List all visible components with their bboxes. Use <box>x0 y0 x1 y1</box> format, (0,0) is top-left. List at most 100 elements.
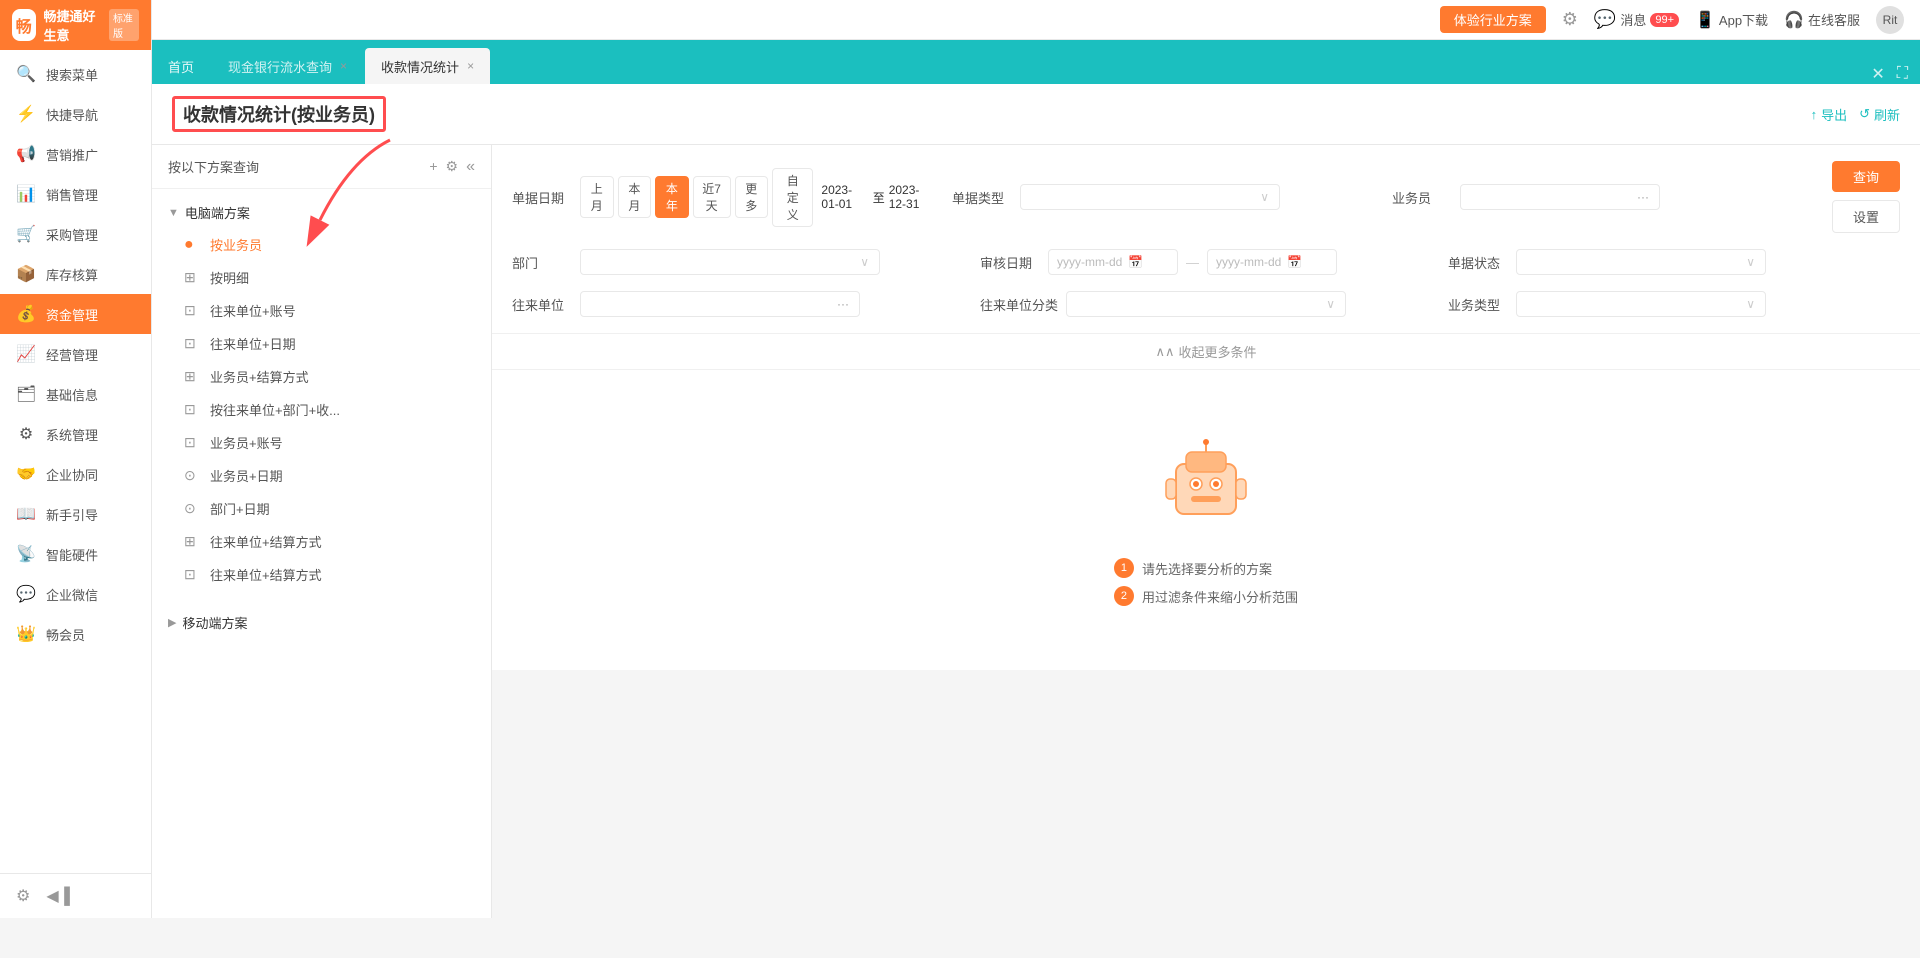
settings-button[interactable]: 设置 <box>1832 200 1900 233</box>
scheme-header-icons: + ⚙ « <box>429 158 475 176</box>
tab-receipt-close[interactable]: × <box>467 59 474 73</box>
user-avatar[interactable]: Rit <box>1876 6 1904 34</box>
collapse-button[interactable]: ∧∧ 收起更多条件 <box>1155 342 1256 361</box>
empty-step-1: 1 请先选择要分析的方案 <box>1114 558 1298 578</box>
tab-bank-close[interactable]: × <box>340 59 347 73</box>
doc-type-select[interactable]: ∨ <box>1020 184 1280 210</box>
sidebar-item-sales[interactable]: 📊 销售管理 <box>0 174 151 214</box>
scheme-item-unit-dept-recv-icon: ⊡ <box>184 401 202 418</box>
scheme-item-salesperson-settlement[interactable]: ⊞ 业务员+结算方式 <box>152 360 491 393</box>
date-to: 2023-12-31 <box>889 183 936 211</box>
doc-type-arrow: ∨ <box>1260 190 1269 204</box>
shortcut-this-month[interactable]: 本月 <box>618 176 652 218</box>
tab-close-all-icon[interactable]: ✕ <box>1871 64 1884 84</box>
scheme-item-unit-settlement2[interactable]: ⊡ 往来单位+结算方式 <box>152 558 491 591</box>
export-button[interactable]: ↑ 导出 <box>1811 105 1848 124</box>
sidebar-item-system[interactable]: ⚙ 系统管理 <box>0 414 151 454</box>
counterpart-category-select[interactable]: ∨ <box>1066 291 1346 317</box>
dept-select[interactable]: ∨ <box>580 249 880 275</box>
basic-icon: 🗂 <box>16 384 36 404</box>
member-icon: 👑 <box>16 624 36 644</box>
tab-receipt[interactable]: 收款情况统计 × <box>365 48 490 84</box>
doc-type-label: 单据类型 <box>952 188 1012 207</box>
shortcut-more[interactable]: 更多 <box>735 176 769 218</box>
review-date-from[interactable]: yyyy-mm-dd 📅 <box>1048 249 1178 275</box>
sidebar-item-iot[interactable]: 📡 智能硬件 <box>0 534 151 574</box>
tab-home[interactable]: 首页 <box>152 48 210 84</box>
refresh-button[interactable]: ↺ 刷新 <box>1859 105 1900 124</box>
salesperson-select[interactable]: ··· <box>1460 184 1660 210</box>
sales-icon: 📊 <box>16 184 36 204</box>
message-icon[interactable]: 💬 消息 99+ <box>1594 9 1679 30</box>
scheme-item-salesperson-date[interactable]: ⊙ 业务员+日期 <box>152 459 491 492</box>
query-row-1: 单据日期 上月 本月 本年 近7天 更多 自定义 2023-01-01 <box>512 161 1900 233</box>
scheme-item-detail-icon: ⊞ <box>184 269 202 286</box>
online-service[interactable]: 🎧 在线客服 <box>1784 10 1860 30</box>
scheme-item-unit-date-icon: ⊡ <box>184 335 202 352</box>
doc-status-label: 单据状态 <box>1448 253 1508 272</box>
sidebar-item-search[interactable]: 🔍 搜索菜单 <box>0 54 151 94</box>
scheme-header: 按以下方案查询 + ⚙ « <box>152 145 491 189</box>
counterpart-category-arrow: ∨ <box>1326 297 1335 311</box>
tab-maximize-icon[interactable]: ⛶ <box>1897 65 1908 83</box>
doc-status-select[interactable]: ∨ <box>1516 249 1766 275</box>
shortcut-last-month[interactable]: 上月 <box>580 176 614 218</box>
sidebar-item-quick[interactable]: ⚡ 快捷导航 <box>0 94 151 134</box>
shortcut-custom[interactable]: 自定义 <box>772 168 813 227</box>
scheme-item-salesperson-account[interactable]: ⊡ 业务员+账号 <box>152 426 491 459</box>
sidebar: 畅 畅捷通好生意 标准版 🔍 搜索菜单 ⚡ 快捷导航 📢 营销推广 📊 销售管理… <box>0 0 152 918</box>
sidebar-item-purchase[interactable]: 🛒 采购管理 <box>0 214 151 254</box>
salesperson-label: 业务员 <box>1392 188 1452 207</box>
sidebar-item-inventory[interactable]: 📦 库存核算 <box>0 254 151 294</box>
scheme-group-desktop: ▼ 电脑端方案 ● 按业务员 ⊞ 按明细 ⊡ 往来单位+账号 <box>152 189 491 599</box>
dept-arrow: ∨ <box>860 255 869 269</box>
query-actions: 查询 设置 <box>1832 161 1900 233</box>
scheme-item-salesperson-date-icon: ⊙ <box>184 467 202 484</box>
counterpart-more-icon: ··· <box>837 297 849 311</box>
scheme-group-mobile-title[interactable]: ▶ 移动端方案 <box>152 607 491 638</box>
sidebar-item-member[interactable]: 👑 畅会员 <box>0 614 151 654</box>
sidebar-item-finance[interactable]: 💰 资金管理 <box>0 294 151 334</box>
logo-text: 畅捷通好生意 <box>44 6 101 44</box>
biz-type-select[interactable]: ∨ <box>1516 291 1766 317</box>
trial-button[interactable]: 体验行业方案 <box>1440 6 1546 33</box>
scheme-item-by-salesperson[interactable]: ● 按业务员 <box>152 228 491 261</box>
scheme-add-icon[interactable]: + <box>429 158 437 176</box>
shortcut-this-year[interactable]: 本年 <box>655 176 689 218</box>
scheme-item-unit-date[interactable]: ⊡ 往来单位+日期 <box>152 327 491 360</box>
shortcut-last7[interactable]: 近7天 <box>693 176 731 218</box>
gear-icon[interactable]: ⚙ <box>1562 9 1578 30</box>
settings-bottom-icon[interactable]: ⚙ <box>16 886 30 906</box>
app-download[interactable]: 📱 App下载 <box>1695 10 1768 30</box>
marketing-icon: 📢 <box>16 144 36 164</box>
salesperson-more-icon: ··· <box>1637 190 1649 204</box>
finance-icon: 💰 <box>16 304 36 324</box>
sidebar-item-marketing[interactable]: 📢 营销推广 <box>0 134 151 174</box>
page-header: 收款情况统计(按业务员) ↑ 导出 ↺ 刷新 <box>152 84 1920 145</box>
scheme-sidebar: 按以下方案查询 + ⚙ « ▼ 电脑端方案 ● <box>152 145 492 918</box>
scheme-setting-icon[interactable]: ⚙ <box>446 158 459 176</box>
review-date-to[interactable]: yyyy-mm-dd 📅 <box>1207 249 1337 275</box>
sidebar-item-operations[interactable]: 📈 经营管理 <box>0 334 151 374</box>
query-row-3: 往来单位 ··· 往来单位分类 ∨ <box>512 291 1900 317</box>
collapse-sidebar-icon[interactable]: ◀▐ <box>46 886 70 906</box>
scheme-item-dept-date[interactable]: ⊙ 部门+日期 <box>152 492 491 525</box>
date-shortcuts: 上月 本月 本年 近7天 更多 自定义 <box>580 168 813 227</box>
scheme-collapse-icon[interactable]: « <box>466 158 475 176</box>
scheme-item-by-detail[interactable]: ⊞ 按明细 <box>152 261 491 294</box>
collapse-icon: ∧∧ <box>1155 344 1174 360</box>
scheme-item-unit-settlement1[interactable]: ⊞ 往来单位+结算方式 <box>152 525 491 558</box>
scheme-item-salesperson-settlement-icon: ⊞ <box>184 368 202 385</box>
sidebar-item-enterprise[interactable]: 🤝 企业协同 <box>0 454 151 494</box>
query-button[interactable]: 查询 <box>1832 161 1900 192</box>
counterpart-field-group: 往来单位 ··· <box>512 291 964 317</box>
tab-bank[interactable]: 现金银行流水查询 × <box>212 48 363 84</box>
scheme-group-desktop-title[interactable]: ▼ 电脑端方案 <box>152 197 491 228</box>
scheme-item-unit-dept-recv[interactable]: ⊡ 按往来单位+部门+收... <box>152 393 491 426</box>
sidebar-item-guide[interactable]: 📖 新手引导 <box>0 494 151 534</box>
counterpart-select[interactable]: ··· <box>580 291 860 317</box>
sidebar-item-basic[interactable]: 🗂 基础信息 <box>0 374 151 414</box>
scheme-item-unit-account[interactable]: ⊡ 往来单位+账号 <box>152 294 491 327</box>
sidebar-item-wechat[interactable]: 💬 企业微信 <box>0 574 151 614</box>
review-date-field-group: 审核日期 yyyy-mm-dd 📅 — yyyy-mm-dd 📅 <box>980 249 1432 275</box>
